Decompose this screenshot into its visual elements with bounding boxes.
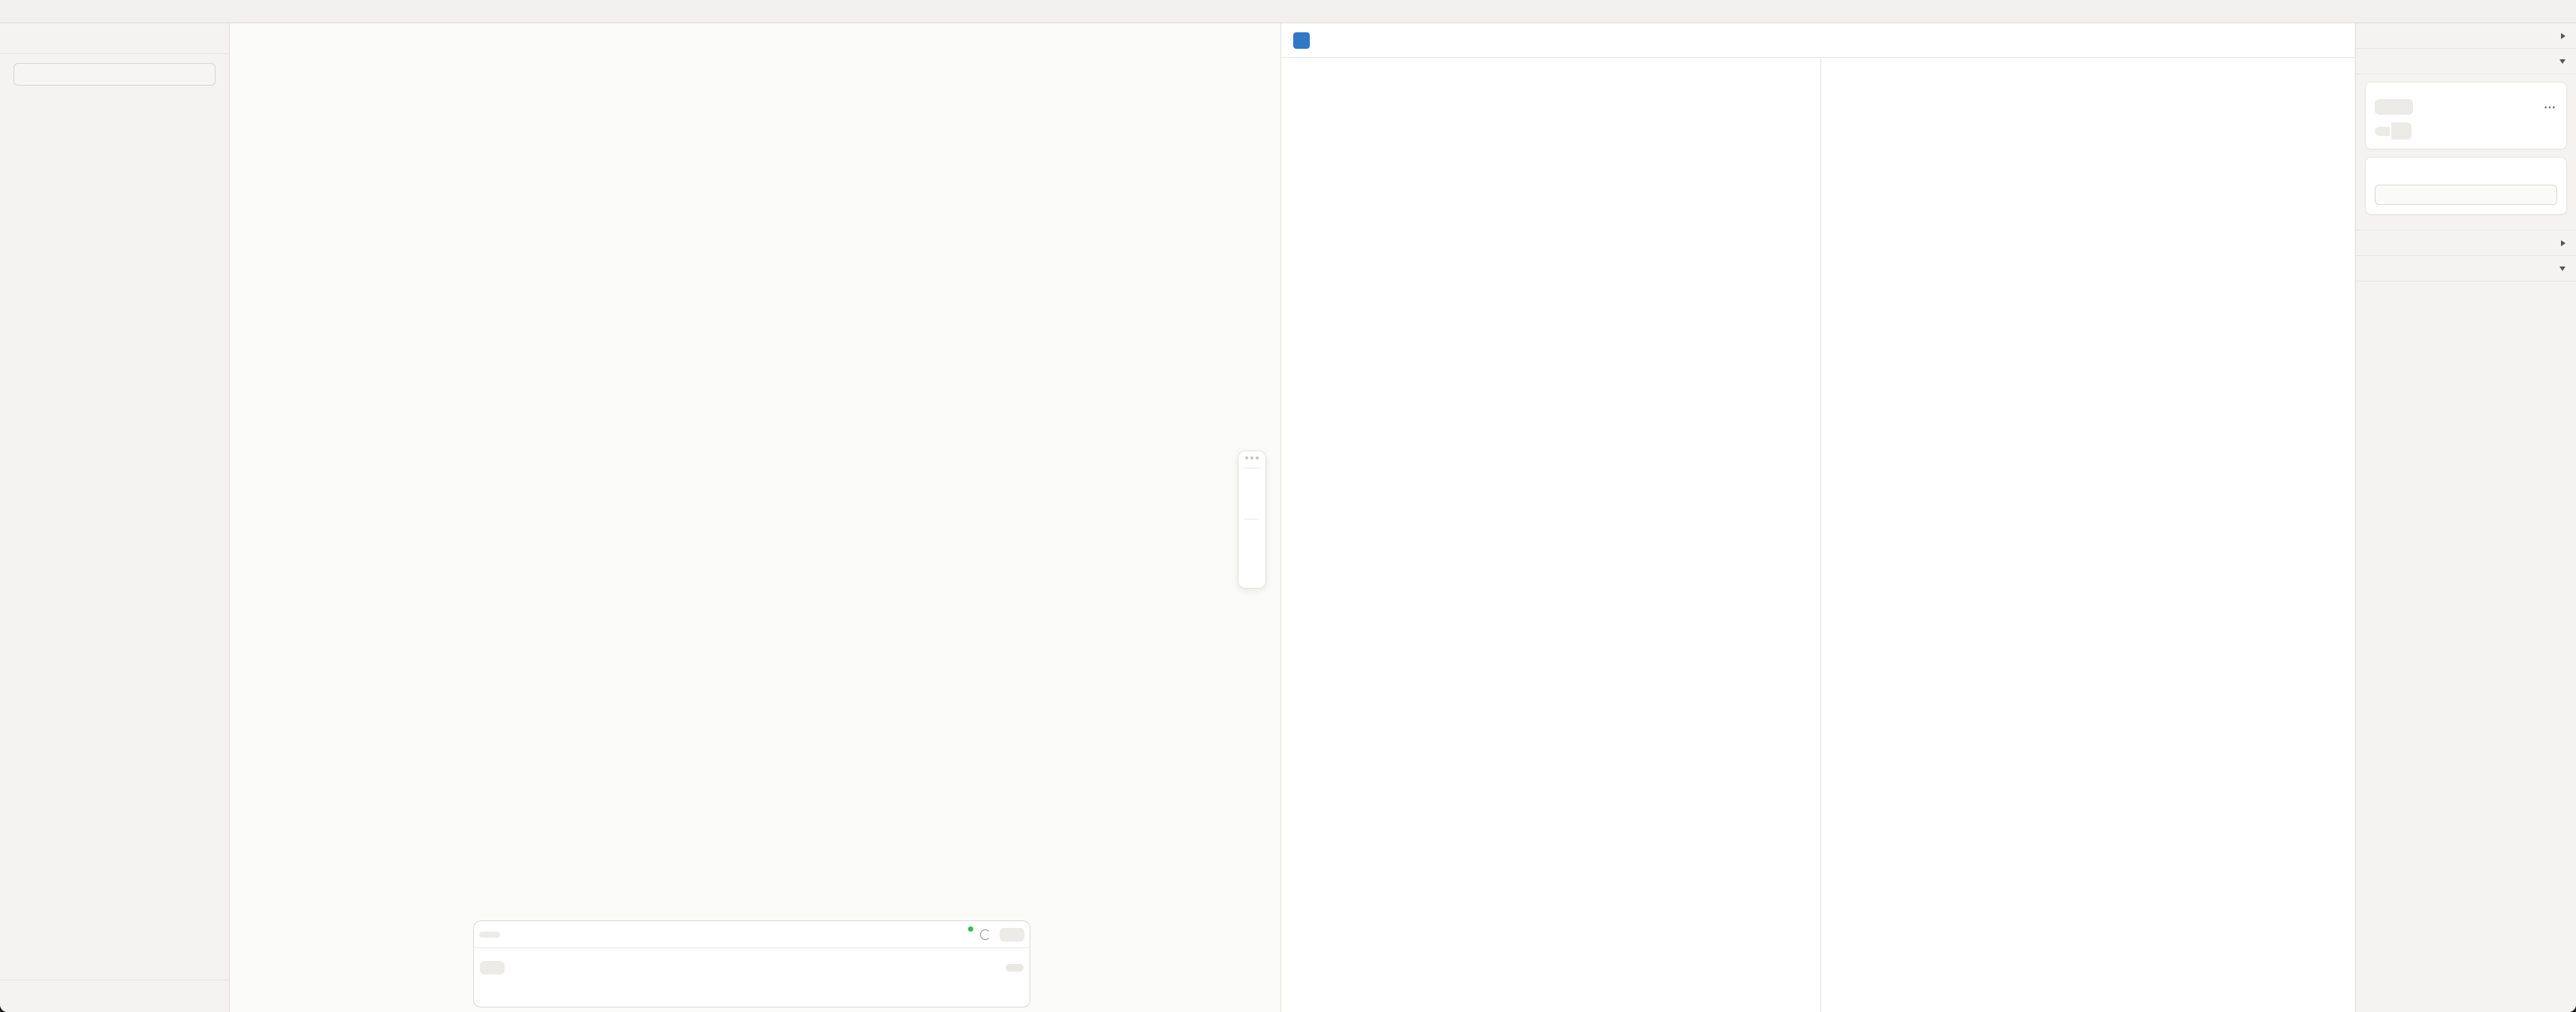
caret-down-icon (2559, 267, 2565, 271)
search-input[interactable] (14, 63, 216, 86)
section-git[interactable] (2356, 49, 2576, 74)
chevron-down-icon (2400, 104, 2407, 111)
status-dot (968, 926, 973, 932)
diff-new-column (1820, 58, 2355, 1012)
monitor-icon[interactable] (1246, 549, 1259, 562)
right-panel: ⋯ (2355, 23, 2576, 1012)
git-fork-icon[interactable] (1246, 570, 1259, 583)
todos-status-icon[interactable] (959, 929, 971, 941)
chevron-down-icon (2397, 127, 2406, 135)
view-archive-button[interactable] (0, 980, 229, 1012)
composer-status-bar (474, 921, 1030, 948)
notes-input[interactable] (2356, 282, 2576, 300)
app-window: ⋯ (0, 0, 2576, 1012)
model-dropdown[interactable] (480, 961, 505, 974)
chevron-down-icon (1010, 931, 1018, 938)
z-slash-icon[interactable] (1246, 477, 1259, 489)
git-branch-icon (2375, 167, 2385, 177)
attachment-icons (515, 962, 550, 974)
message-input[interactable] (474, 948, 1030, 955)
working-branch-input[interactable] (2375, 185, 2557, 205)
pen-icon[interactable] (538, 962, 550, 974)
open-pull-request-button[interactable] (2375, 127, 2390, 136)
workspaces-sidebar (0, 23, 230, 1012)
sparkle-icon[interactable] (938, 929, 950, 941)
composer-status-icons (938, 928, 1024, 941)
working-branch-card (2365, 157, 2567, 215)
expand-icon[interactable] (2544, 239, 2553, 248)
section-terminal[interactable] (2356, 230, 2576, 256)
chevron-down-icon[interactable] (2333, 35, 2342, 45)
section-changes[interactable] (2356, 23, 2576, 49)
paperclip-icon[interactable] (515, 962, 527, 974)
drag-handle[interactable] (1245, 456, 1259, 459)
send-button[interactable] (1006, 964, 1024, 971)
caret-down-icon (2559, 59, 2565, 64)
ahead-indicator (2520, 103, 2530, 112)
play-icon[interactable] (1246, 528, 1259, 541)
branch-selector[interactable] (2375, 99, 2413, 115)
pr-dropdown-button[interactable] (2391, 122, 2412, 140)
typescript-file-icon (1293, 32, 1310, 49)
chat-transcript (473, 23, 1030, 920)
floating-toolbar (1238, 450, 1266, 589)
z-slash-icon[interactable] (2312, 34, 2325, 47)
title-bar (0, 0, 2576, 23)
arrow-up-icon (2520, 103, 2529, 112)
copy-icon[interactable] (1246, 498, 1259, 511)
section-notes[interactable] (2356, 256, 2576, 282)
caret-right-icon (2561, 33, 2565, 39)
composer-bottom-bar (474, 955, 1030, 974)
diff-old-column (1281, 58, 1820, 1012)
diff-split-view (1281, 58, 2354, 1012)
repo-card: ⋯ (2365, 82, 2567, 149)
diff-panel (1281, 23, 2354, 1012)
workspaces-header (0, 23, 229, 54)
git-branch-icon (2381, 102, 2390, 112)
git-section-body: ⋯ (2356, 74, 2576, 230)
caret-right-icon (2561, 240, 2565, 246)
repo-more-button[interactable]: ⋯ (2544, 100, 2557, 115)
chat-panel (230, 23, 1281, 1012)
spinner-icon (980, 929, 991, 940)
chevron-down-icon (490, 964, 498, 971)
diff-header-right (2297, 34, 2342, 47)
pencil-icon[interactable] (2540, 190, 2550, 200)
diff-file-header (1281, 23, 2354, 58)
files-changed-chip[interactable] (479, 932, 500, 938)
archive-box-icon (15, 990, 27, 1002)
message-composer (473, 920, 1030, 1007)
version-dropdown[interactable] (1000, 928, 1024, 941)
